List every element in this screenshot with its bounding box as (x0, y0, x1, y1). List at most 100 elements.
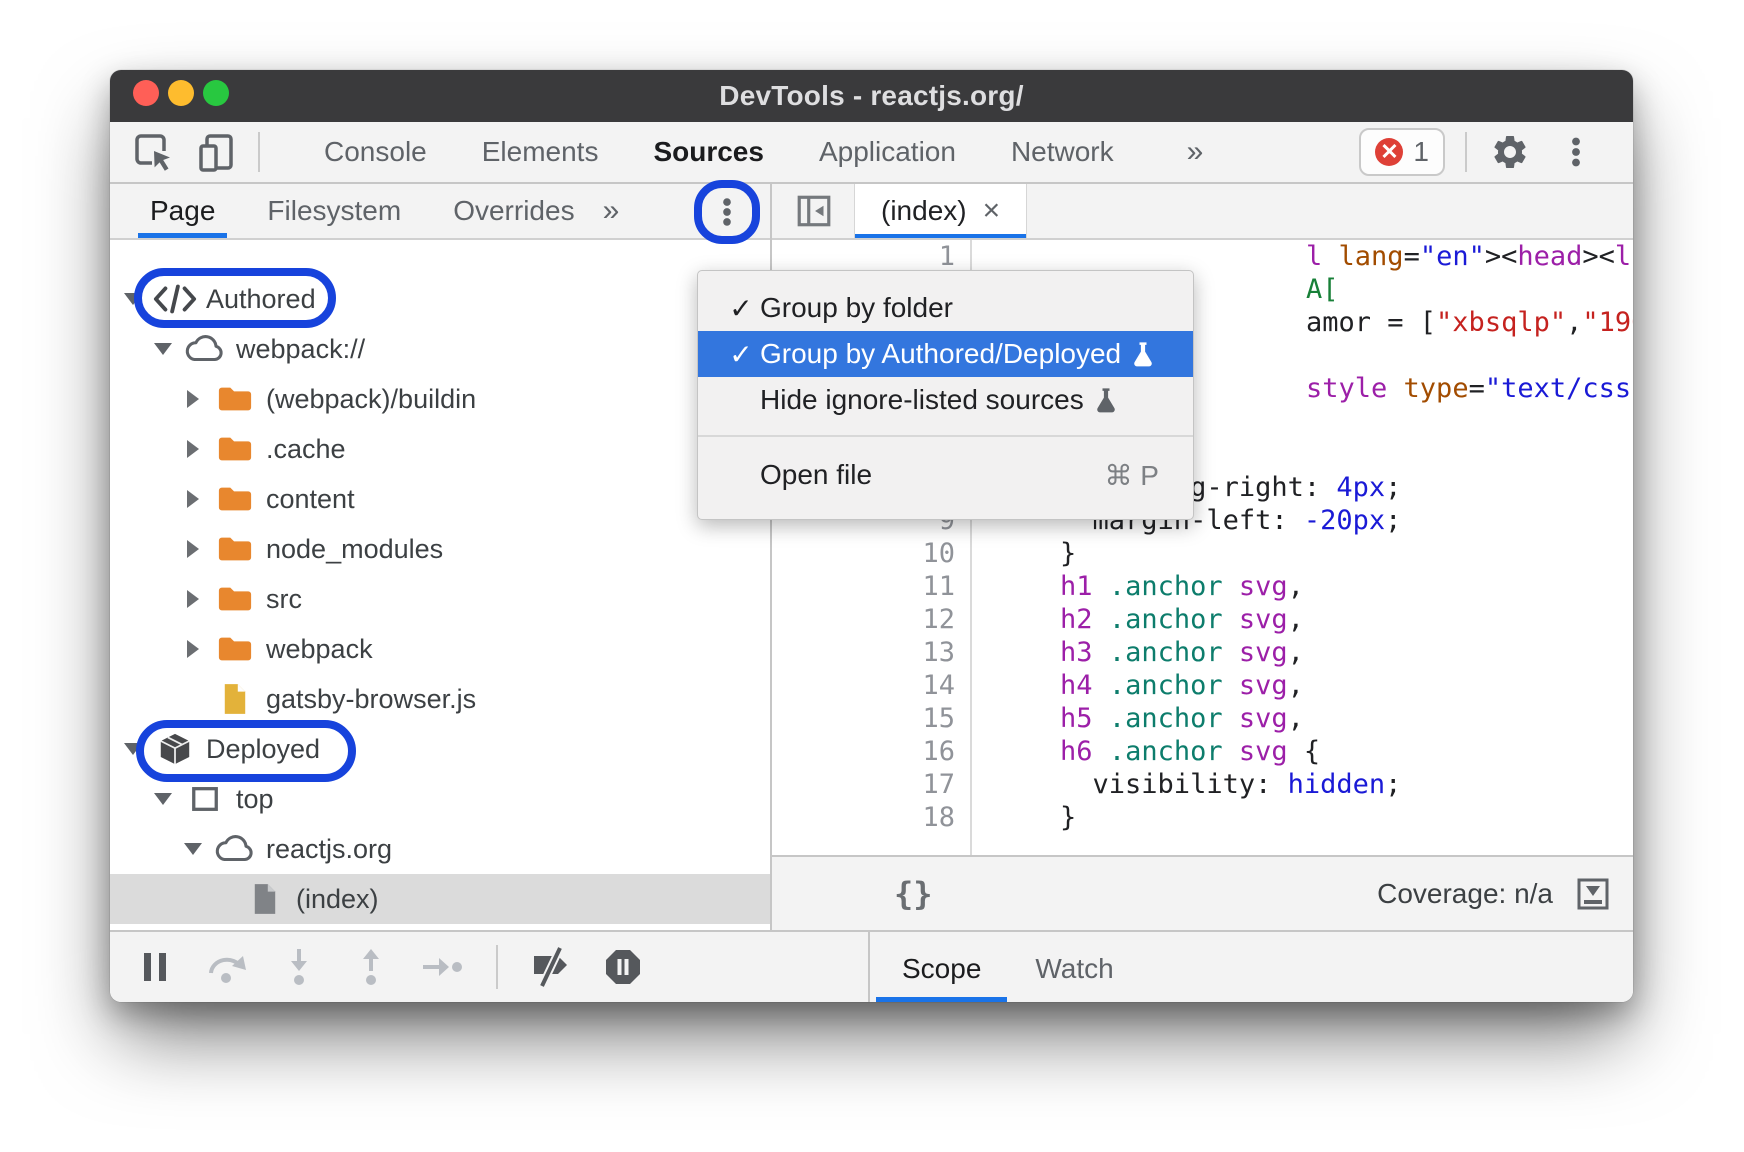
tab-elements[interactable]: Elements (482, 136, 599, 168)
line-number[interactable]: 14 (772, 669, 955, 702)
close-tab-icon[interactable]: × (983, 196, 1001, 226)
coverage-panel-icon[interactable] (1575, 876, 1611, 912)
tab-console[interactable]: Console (324, 136, 427, 168)
check-icon: ✓ (722, 292, 760, 325)
tree-item-webpack[interactable]: webpack (110, 624, 770, 674)
tree-item-webpack-buildin[interactable]: (webpack)/buildin (110, 374, 770, 424)
twisty-collapsed-icon[interactable] (178, 540, 208, 558)
close-window-button[interactable] (133, 80, 159, 106)
pause-script-icon[interactable] (132, 944, 178, 990)
more-options-icon[interactable] (1553, 129, 1599, 175)
debugger-tab-watch[interactable]: Watch (1009, 936, 1139, 1002)
device-toolbar-icon[interactable] (194, 129, 240, 175)
menu-item-label: Group by folder (760, 292, 953, 324)
twisty-collapsed-icon[interactable] (178, 640, 208, 658)
line-number[interactable]: 11 (772, 570, 955, 603)
step-icon[interactable] (420, 944, 466, 990)
code-line-content: visibility: hidden; (955, 768, 1401, 801)
settings-gear-icon[interactable] (1487, 129, 1533, 175)
tree-item-label: (index) (296, 884, 379, 915)
pretty-print-icon[interactable]: {} (894, 875, 933, 913)
editor-tabbar: (index) × (772, 184, 1633, 240)
line-number[interactable]: 12 (772, 603, 955, 636)
navigator-tab-overrides[interactable]: Overrides (441, 184, 586, 238)
code-line-content: amor = ["xbsqlp","190hivd"," (1306, 306, 1633, 339)
tree-item-top[interactable]: top (110, 774, 770, 824)
code-line-content: h1 .anchor svg, (955, 570, 1304, 603)
collapse-sidebar-icon[interactable] (792, 189, 836, 233)
line-number[interactable]: 13 (772, 636, 955, 669)
line-number[interactable]: 16 (772, 735, 955, 768)
menu-item-label: Group by Authored/Deployed (760, 338, 1121, 370)
pause-on-exceptions-icon[interactable] (600, 944, 646, 990)
tree-item-src[interactable]: src (110, 574, 770, 624)
menu-item-group-by-authored-deployed[interactable]: ✓Group by Authored/Deployed (698, 331, 1193, 377)
code-line: 17 visibility: hidden; (772, 768, 1633, 801)
twisty-collapsed-icon[interactable] (178, 490, 208, 508)
line-number[interactable]: 18 (772, 801, 955, 834)
tree-item-gatsby-browser-js[interactable]: gatsby-browser.js (110, 674, 770, 724)
twisty-expanded-icon[interactable] (178, 843, 208, 855)
editor-tab-index[interactable]: (index) × (854, 184, 1027, 238)
code-line: 12 h2 .anchor svg, (772, 603, 1633, 636)
line-number[interactable]: 1 (772, 240, 955, 273)
tree-item-webpack[interactable]: webpack:// (110, 324, 770, 374)
menu-item-group-by-folder[interactable]: ✓Group by folder (698, 285, 1193, 331)
code-line: 11 h1 .anchor svg, (772, 570, 1633, 603)
line-number[interactable]: 15 (772, 702, 955, 735)
step-out-icon[interactable] (348, 944, 394, 990)
tab-network[interactable]: Network (1011, 136, 1114, 168)
tree-item-label: webpack:// (236, 334, 365, 365)
twisty-expanded-icon[interactable] (118, 743, 148, 755)
more-navigator-tabs-button[interactable]: » (603, 194, 620, 228)
minimize-window-button[interactable] (168, 80, 194, 106)
tree-item-content[interactable]: content (110, 474, 770, 524)
debugger-tab-scope[interactable]: Scope (876, 936, 1007, 1002)
twisty-expanded-icon[interactable] (148, 343, 178, 355)
line-number[interactable]: 10 (772, 537, 955, 570)
navigator-tabbar: Page Filesystem Overrides » (110, 184, 770, 240)
tree-item-cache[interactable]: .cache (110, 424, 770, 474)
window-title: DevTools - reactjs.org/ (719, 80, 1023, 112)
check-icon: ✓ (722, 338, 760, 371)
step-over-icon[interactable] (204, 944, 250, 990)
tree-item-index[interactable]: (index) (110, 874, 770, 924)
error-badge[interactable]: ✕ 1 (1359, 128, 1445, 176)
menu-item-open-file[interactable]: Open file⌘ P (698, 449, 1193, 501)
twisty-collapsed-icon[interactable] (178, 590, 208, 608)
file-icon (238, 882, 292, 916)
twisty-collapsed-icon[interactable] (178, 440, 208, 458)
tree-item-label: (webpack)/buildin (266, 384, 476, 415)
line-number[interactable]: 17 (772, 768, 955, 801)
navigator-tabs: Page Filesystem Overrides (110, 184, 587, 238)
menu-item-hide-ignore-listed-sources[interactable]: Hide ignore-listed sources (698, 377, 1193, 423)
tab-sources[interactable]: Sources (653, 136, 764, 168)
tree-item-label: reactjs.org (266, 834, 392, 865)
debugger-tabs: ScopeWatch (872, 932, 1140, 1002)
folder-icon (208, 484, 262, 514)
inspect-element-icon[interactable] (130, 129, 176, 175)
frame-icon (178, 784, 232, 814)
twisty-collapsed-icon[interactable] (178, 390, 208, 408)
error-count: 1 (1413, 136, 1429, 168)
navigator-tab-page[interactable]: Page (138, 184, 227, 238)
tree-item-label: .cache (266, 434, 346, 465)
desktop-background: DevTools - reactjs.org/ Console Elements S… (0, 0, 1744, 1152)
panel-tabs: Console Elements Sources Application Network (324, 136, 1169, 168)
code-line: 13 h3 .anchor svg, (772, 636, 1633, 669)
twisty-expanded-icon[interactable] (118, 293, 148, 305)
status-right: Coverage: n/a (1377, 876, 1633, 912)
tree-item-reactjs-org[interactable]: reactjs.org (110, 824, 770, 874)
deactivate-breakpoints-icon[interactable] (528, 944, 574, 990)
more-panels-button[interactable]: » (1187, 135, 1204, 169)
navigator-tab-filesystem[interactable]: Filesystem (255, 184, 413, 238)
tab-application[interactable]: Application (819, 136, 956, 168)
tree-item-authored[interactable]: Authored (110, 274, 770, 324)
zoom-window-button[interactable] (203, 80, 229, 106)
step-into-icon[interactable] (276, 944, 322, 990)
tree-item-node-modules[interactable]: node_modules (110, 524, 770, 574)
tree-item-deployed[interactable]: Deployed (110, 724, 770, 774)
twisty-expanded-icon[interactable] (148, 793, 178, 805)
navigator-more-menu-button[interactable] (705, 190, 749, 234)
tree-item-label: gatsby-browser.js (266, 684, 476, 715)
